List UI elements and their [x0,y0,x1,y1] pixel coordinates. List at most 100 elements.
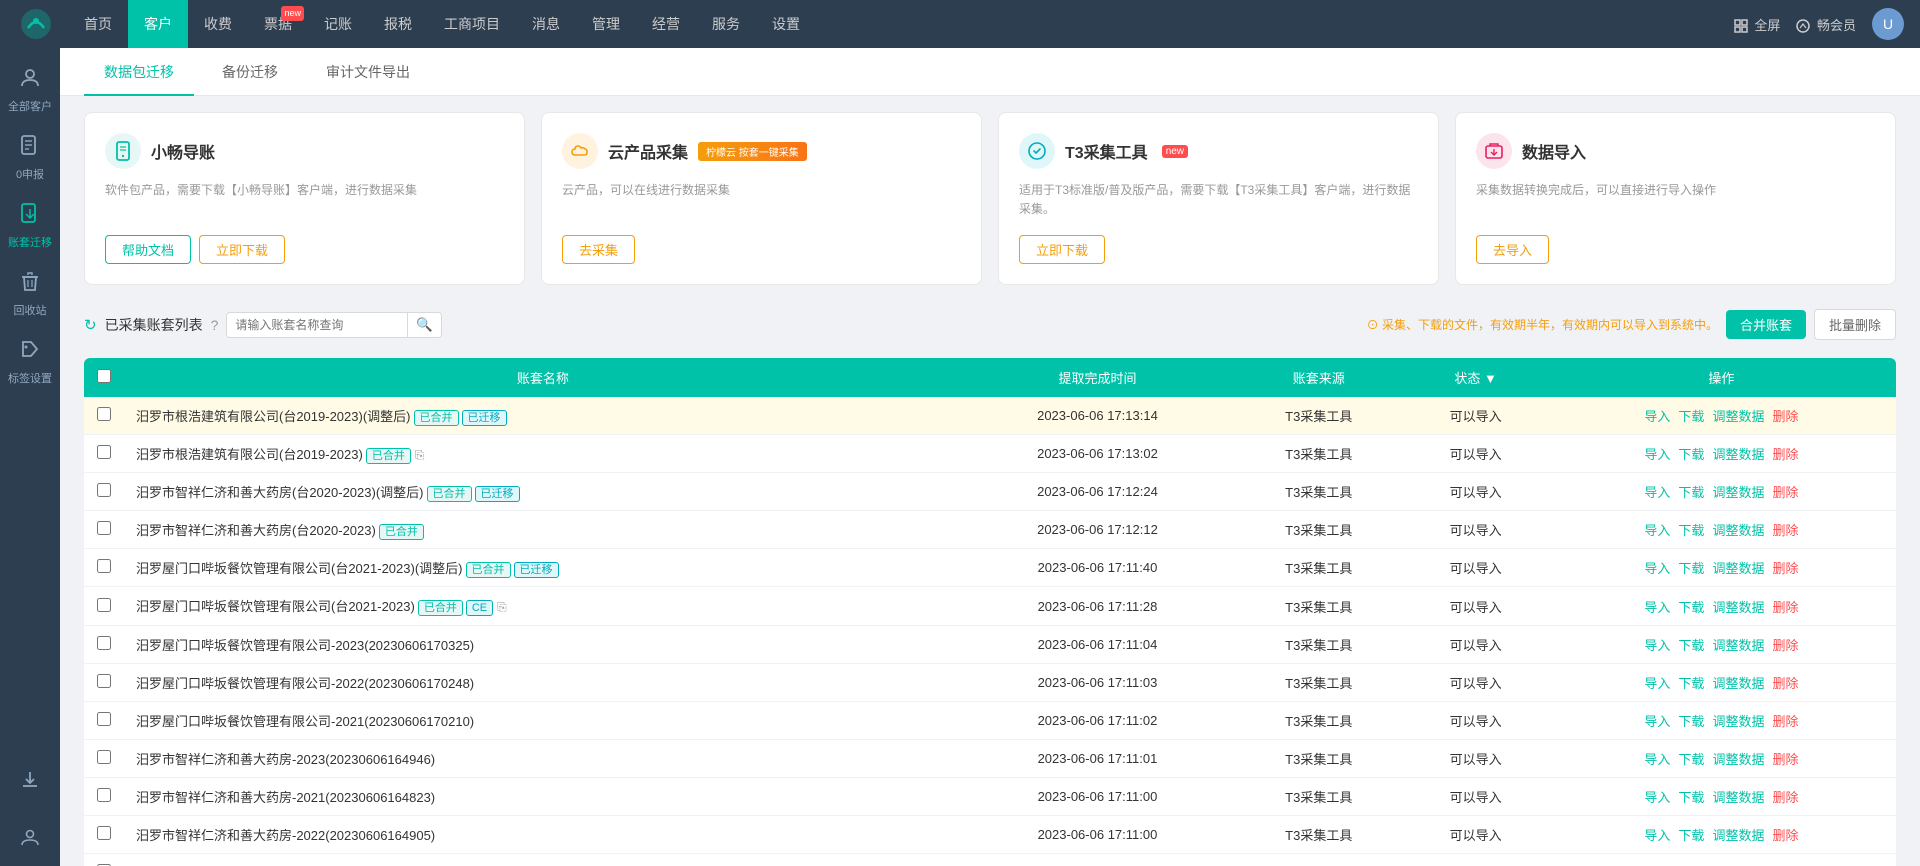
download-now-btn-1[interactable]: 立即下载 [199,235,285,264]
action-删除[interactable]: 删除 [1772,523,1798,538]
merge-btn[interactable]: 合并账套 [1726,310,1806,339]
action-导入[interactable]: 导入 [1644,790,1670,805]
action-调整数据[interactable]: 调整数据 [1712,561,1764,576]
action-删除[interactable]: 删除 [1772,600,1798,615]
action-导入[interactable]: 导入 [1644,752,1670,767]
action-下载[interactable]: 下载 [1678,523,1704,538]
row-checkbox[interactable] [97,788,111,802]
col-status[interactable]: 状态 ▼ [1404,358,1547,397]
action-导入[interactable]: 导入 [1644,447,1670,462]
sidebar-item-recycle[interactable]: 回收站 [0,260,60,328]
row-checkbox[interactable] [97,407,111,421]
action-下载[interactable]: 下载 [1678,714,1704,729]
nav-business[interactable]: 工商项目 [428,0,516,48]
row-checkbox[interactable] [97,521,111,535]
row-checkbox[interactable] [97,483,111,497]
action-删除[interactable]: 删除 [1772,638,1798,653]
action-下载[interactable]: 下载 [1678,638,1704,653]
nav-operation[interactable]: 经营 [636,0,696,48]
help-icon[interactable]: ? [211,317,219,333]
action-导入[interactable]: 导入 [1644,485,1670,500]
action-下载[interactable]: 下载 [1678,600,1704,615]
action-调整数据[interactable]: 调整数据 [1712,523,1764,538]
action-下载[interactable]: 下载 [1678,409,1704,424]
action-导入[interactable]: 导入 [1644,828,1670,843]
tab-backup-migration[interactable]: 备份迁移 [202,48,298,96]
action-删除[interactable]: 删除 [1772,752,1798,767]
nav-fee[interactable]: 收费 [188,0,248,48]
action-下载[interactable]: 下载 [1678,676,1704,691]
nav-settings[interactable]: 设置 [756,0,816,48]
action-下载[interactable]: 下载 [1678,752,1704,767]
sidebar-item-zero-report[interactable]: 0申报 [0,124,60,192]
action-导入[interactable]: 导入 [1644,676,1670,691]
row-checkbox[interactable] [97,636,111,650]
tab-audit-export[interactable]: 审计文件导出 [306,48,430,96]
action-调整数据[interactable]: 调整数据 [1712,638,1764,653]
action-导入[interactable]: 导入 [1644,409,1670,424]
action-调整数据[interactable]: 调整数据 [1712,600,1764,615]
go-collect-btn[interactable]: 去采集 [562,235,635,264]
row-checkbox[interactable] [97,674,111,688]
action-导入[interactable]: 导入 [1644,714,1670,729]
action-调整数据[interactable]: 调整数据 [1712,447,1764,462]
copy-icon[interactable]: ⎘ [415,448,425,462]
search-button[interactable]: 🔍 [407,313,441,337]
tab-data-migration[interactable]: 数据包迁移 [84,48,194,96]
sidebar-item-all-customers[interactable]: 全部客户 [0,56,60,124]
search-input[interactable] [227,314,407,336]
go-import-btn[interactable]: 去导入 [1476,235,1549,264]
nav-home[interactable]: 首页 [68,0,128,48]
help-doc-btn[interactable]: 帮助文档 [105,235,191,264]
nav-tax[interactable]: 报税 [368,0,428,48]
sidebar-item-tag-settings[interactable]: 标签设置 [0,328,60,396]
action-调整数据[interactable]: 调整数据 [1712,828,1764,843]
action-下载[interactable]: 下载 [1678,561,1704,576]
nav-message[interactable]: 消息 [516,0,576,48]
sidebar-item-download[interactable] [0,750,60,808]
select-all-checkbox[interactable] [97,369,111,383]
batch-delete-btn[interactable]: 批量删除 [1814,309,1896,340]
row-checkbox[interactable] [97,559,111,573]
copy-icon[interactable]: ⎘ [497,600,507,614]
action-删除[interactable]: 删除 [1772,790,1798,805]
download-now-btn-3[interactable]: 立即下载 [1019,235,1105,264]
action-导入[interactable]: 导入 [1644,638,1670,653]
user-avatar[interactable]: U [1872,8,1904,40]
nav-service[interactable]: 服务 [696,0,756,48]
action-删除[interactable]: 删除 [1772,676,1798,691]
action-调整数据[interactable]: 调整数据 [1712,790,1764,805]
nav-manage[interactable]: 管理 [576,0,636,48]
member-btn[interactable]: 畅会员 [1796,15,1856,34]
nav-customer[interactable]: 客户 [128,0,188,48]
nav-ticket[interactable]: 票据 new [248,0,308,48]
refresh-icon[interactable]: ↻ [84,316,97,334]
row-checkbox[interactable] [97,445,111,459]
action-导入[interactable]: 导入 [1644,523,1670,538]
nav-bookkeeping[interactable]: 记账 [308,0,368,48]
action-删除[interactable]: 删除 [1772,561,1798,576]
action-删除[interactable]: 删除 [1772,714,1798,729]
action-导入[interactable]: 导入 [1644,561,1670,576]
row-checkbox[interactable] [97,750,111,764]
action-调整数据[interactable]: 调整数据 [1712,676,1764,691]
action-删除[interactable]: 删除 [1772,409,1798,424]
fullscreen-btn[interactable]: 全屏 [1734,15,1781,34]
action-调整数据[interactable]: 调整数据 [1712,752,1764,767]
action-导入[interactable]: 导入 [1644,600,1670,615]
action-调整数据[interactable]: 调整数据 [1712,485,1764,500]
action-下载[interactable]: 下载 [1678,447,1704,462]
action-下载[interactable]: 下载 [1678,485,1704,500]
action-调整数据[interactable]: 调整数据 [1712,409,1764,424]
action-删除[interactable]: 删除 [1772,828,1798,843]
action-下载[interactable]: 下载 [1678,790,1704,805]
row-checkbox[interactable] [97,598,111,612]
row-checkbox[interactable] [97,712,111,726]
action-下载[interactable]: 下载 [1678,828,1704,843]
sidebar-item-account-migration[interactable]: 账套迁移 [0,192,60,260]
row-checkbox[interactable] [97,826,111,840]
sidebar-item-profile[interactable] [0,808,60,866]
action-删除[interactable]: 删除 [1772,447,1798,462]
action-调整数据[interactable]: 调整数据 [1712,714,1764,729]
action-删除[interactable]: 删除 [1772,485,1798,500]
